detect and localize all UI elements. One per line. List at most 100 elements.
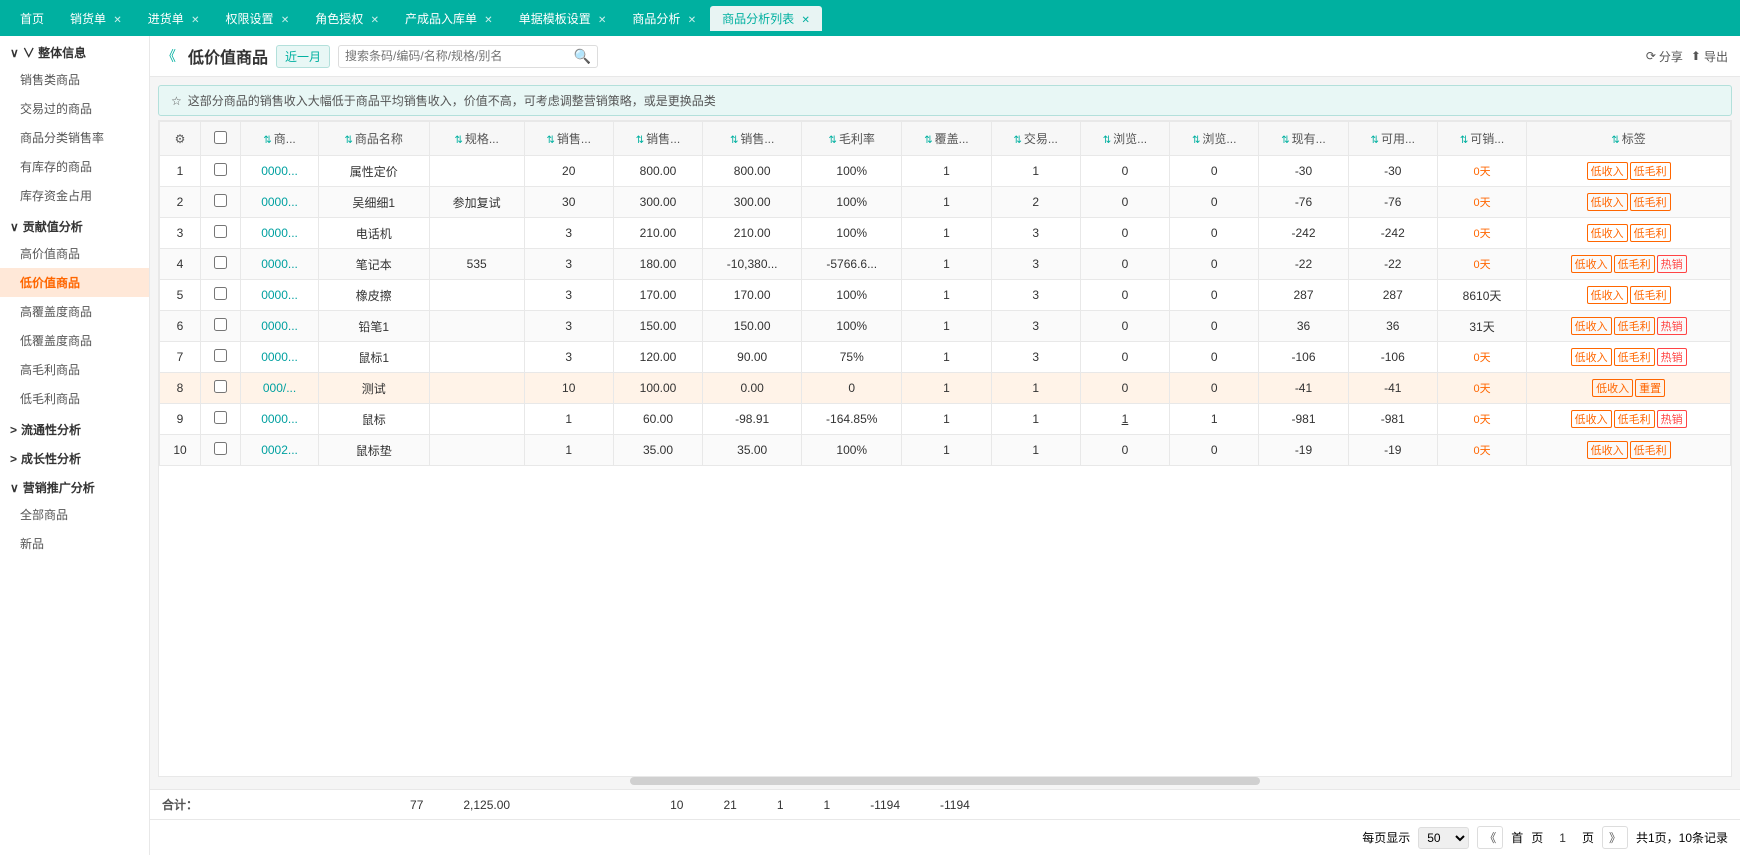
cell-browse1[interactable]: 0 xyxy=(1080,218,1169,249)
sidebar-group-circulation[interactable]: > 流通性分析 xyxy=(0,413,149,442)
row-checkbox[interactable] xyxy=(214,349,227,362)
th-margin[interactable]: ⇅毛利率 xyxy=(802,122,902,156)
collapse-sidebar-button[interactable]: 《 xyxy=(162,46,176,66)
cell-checkbox[interactable] xyxy=(200,342,240,373)
cell-browse1[interactable]: 0 xyxy=(1080,280,1169,311)
th-code[interactable]: ⇅商... xyxy=(241,122,318,156)
scrollbar-thumb[interactable] xyxy=(630,777,1260,785)
browse-link[interactable]: 0 xyxy=(1122,350,1129,364)
th-name[interactable]: ⇅商品名称 xyxy=(318,122,429,156)
row-checkbox[interactable] xyxy=(214,287,227,300)
browse-link[interactable]: 0 xyxy=(1122,226,1129,240)
nav-product-entry[interactable]: 产成品入库单 ✕ xyxy=(393,6,505,31)
cell-checkbox[interactable] xyxy=(200,156,240,187)
row-checkbox[interactable] xyxy=(214,380,227,393)
close-icon[interactable]: ✕ xyxy=(113,15,121,26)
sidebar-item-low-value[interactable]: 低价值商品 xyxy=(0,268,149,297)
nav-template[interactable]: 单据模板设置 ✕ xyxy=(507,6,619,31)
browse-link[interactable]: 0 xyxy=(1122,195,1129,209)
close-icon[interactable]: ✕ xyxy=(191,15,199,26)
row-checkbox[interactable] xyxy=(214,256,227,269)
th-sales1[interactable]: ⇅销售... xyxy=(524,122,613,156)
nav-product-analysis[interactable]: 商品分析 ✕ xyxy=(620,6,708,31)
nav-purchase[interactable]: 进货单 ✕ xyxy=(136,6,212,31)
th-sellable[interactable]: ⇅可销... xyxy=(1437,122,1526,156)
row-checkbox[interactable] xyxy=(214,163,227,176)
nav-permissions[interactable]: 权限设置 ✕ xyxy=(213,6,301,31)
cell-checkbox[interactable] xyxy=(200,435,240,466)
cell-browse1[interactable]: 0 xyxy=(1080,311,1169,342)
th-tags[interactable]: ⇅标签 xyxy=(1527,122,1731,156)
sidebar-item-high-value[interactable]: 高价值商品 xyxy=(0,239,149,268)
close-icon[interactable]: ✕ xyxy=(802,15,810,26)
cell-browse1[interactable]: 0 xyxy=(1080,342,1169,373)
cell-checkbox[interactable] xyxy=(200,373,240,404)
browse-link[interactable]: 1 xyxy=(1122,412,1129,426)
nav-sales[interactable]: 销货单 ✕ xyxy=(58,6,134,31)
next-page-button[interactable]: 》 xyxy=(1602,826,1628,849)
sidebar-item-traded-goods[interactable]: 交易过的商品 xyxy=(0,94,149,123)
close-icon[interactable]: ✕ xyxy=(484,15,492,26)
browse-link[interactable]: 0 xyxy=(1122,288,1129,302)
select-all-checkbox[interactable] xyxy=(214,131,227,144)
nav-product-analysis-list[interactable]: 商品分析列表 ✕ xyxy=(710,6,822,31)
cell-checkbox[interactable] xyxy=(200,280,240,311)
th-available[interactable]: ⇅可用... xyxy=(1348,122,1437,156)
sidebar-item-new-goods[interactable]: 新品 xyxy=(0,529,149,558)
sidebar-item-low-coverage[interactable]: 低覆盖度商品 xyxy=(0,326,149,355)
close-icon[interactable]: ✕ xyxy=(598,15,606,26)
cell-code[interactable]: 000/... xyxy=(241,373,318,404)
sidebar-item-high-margin[interactable]: 高毛利商品 xyxy=(0,355,149,384)
close-icon[interactable]: ✕ xyxy=(281,15,289,26)
share-button[interactable]: ⟳ 分享 xyxy=(1646,48,1683,65)
nav-home[interactable]: 首页 xyxy=(8,6,56,31)
cell-browse1[interactable]: 0 xyxy=(1080,249,1169,280)
sidebar-item-low-margin[interactable]: 低毛利商品 xyxy=(0,384,149,413)
nav-roles[interactable]: 角色授权 ✕ xyxy=(303,6,391,31)
cell-browse1[interactable]: 0 xyxy=(1080,373,1169,404)
sidebar-item-sales-goods[interactable]: 销售类商品 xyxy=(0,65,149,94)
cell-browse1[interactable]: 0 xyxy=(1080,187,1169,218)
row-checkbox[interactable] xyxy=(214,318,227,331)
row-checkbox[interactable] xyxy=(214,442,227,455)
th-sales2[interactable]: ⇅销售... xyxy=(613,122,702,156)
cell-checkbox[interactable] xyxy=(200,249,240,280)
th-coverage[interactable]: ⇅覆盖... xyxy=(902,122,991,156)
filter-button[interactable]: 近一月 xyxy=(276,45,330,68)
th-browse2[interactable]: ⇅浏览... xyxy=(1170,122,1259,156)
sidebar-group-growth[interactable]: > 成长性分析 xyxy=(0,442,149,471)
th-trade[interactable]: ⇅交易... xyxy=(991,122,1080,156)
row-checkbox[interactable] xyxy=(214,225,227,238)
th-sales3[interactable]: ⇅销售... xyxy=(703,122,802,156)
close-icon[interactable]: ✕ xyxy=(688,15,696,26)
sidebar-group-marketing[interactable]: ∨ 营销推广分析 xyxy=(0,471,149,500)
sidebar-item-all-goods[interactable]: 全部商品 xyxy=(0,500,149,529)
cell-browse1[interactable]: 0 xyxy=(1080,156,1169,187)
cell-checkbox[interactable] xyxy=(200,218,240,249)
cell-browse1[interactable]: 1 xyxy=(1080,404,1169,435)
first-page-button[interactable]: 《 xyxy=(1477,826,1503,849)
cell-checkbox[interactable] xyxy=(200,311,240,342)
cell-code[interactable]: 0002... xyxy=(241,435,318,466)
browse-link[interactable]: 0 xyxy=(1122,257,1129,271)
cell-code[interactable]: 0000... xyxy=(241,187,318,218)
row-checkbox[interactable] xyxy=(214,194,227,207)
sidebar-item-stock-goods[interactable]: 有库存的商品 xyxy=(0,152,149,181)
th-spec[interactable]: ⇅规格... xyxy=(429,122,524,156)
cell-code[interactable]: 0000... xyxy=(241,404,318,435)
search-input[interactable] xyxy=(345,49,574,63)
export-button[interactable]: ⬆ 导出 xyxy=(1691,48,1728,65)
cell-checkbox[interactable] xyxy=(200,404,240,435)
cell-code[interactable]: 0000... xyxy=(241,249,318,280)
cell-code[interactable]: 0000... xyxy=(241,280,318,311)
th-current[interactable]: ⇅现有... xyxy=(1259,122,1348,156)
cell-code[interactable]: 0000... xyxy=(241,311,318,342)
th-checkbox[interactable] xyxy=(200,122,240,156)
cell-code[interactable]: 0000... xyxy=(241,218,318,249)
close-icon[interactable]: ✕ xyxy=(371,15,379,26)
th-browse1[interactable]: ⇅浏览... xyxy=(1080,122,1169,156)
horizontal-scrollbar[interactable] xyxy=(158,777,1732,785)
browse-link[interactable]: 0 xyxy=(1122,319,1129,333)
cell-browse1[interactable]: 0 xyxy=(1080,435,1169,466)
browse-link[interactable]: 0 xyxy=(1122,381,1129,395)
